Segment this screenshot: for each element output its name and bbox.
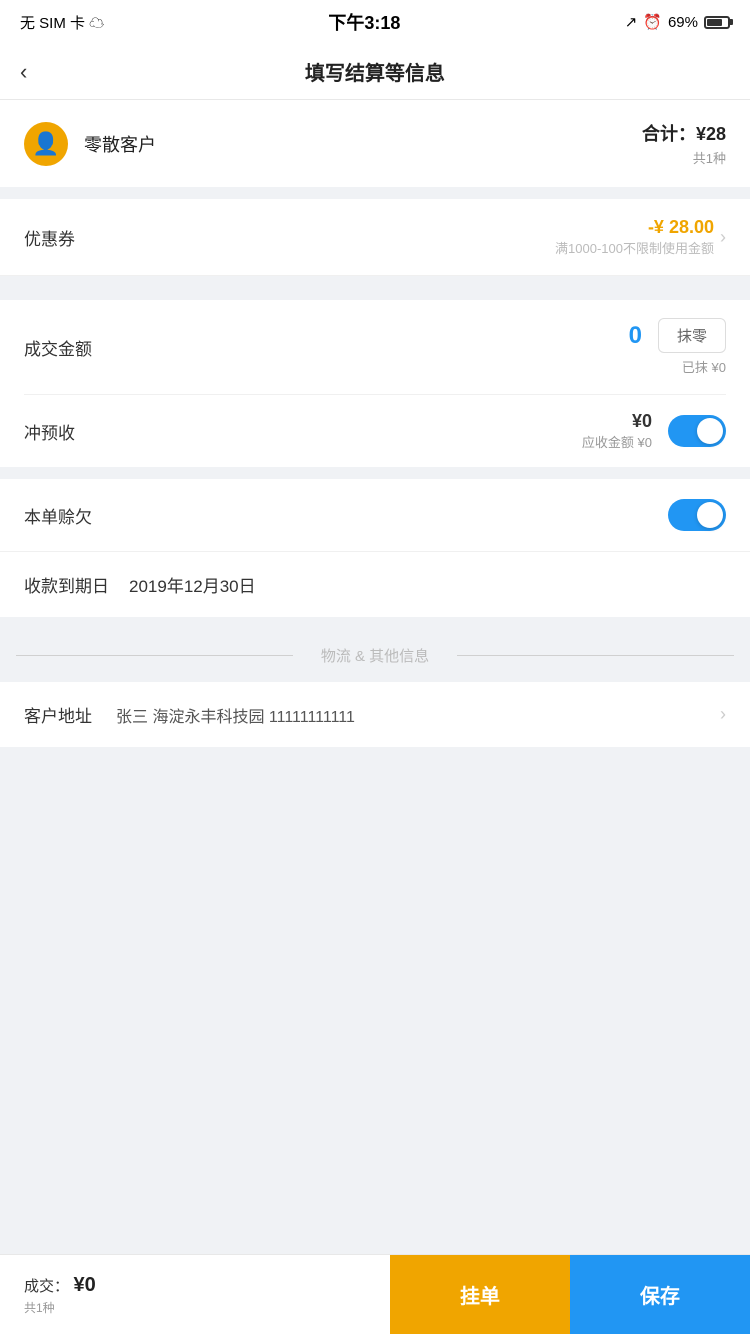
- nav-bar: ‹ 填写结算等信息: [0, 44, 750, 100]
- credit-toggle-knob: [697, 502, 723, 528]
- alarm-icon: ⏰: [643, 13, 662, 31]
- avatar-icon: 👤: [32, 131, 59, 157]
- transaction-label: 成交金额: [24, 335, 92, 360]
- prepay-sub: 应收金额 ¥0: [582, 432, 652, 451]
- toggle-knob: [697, 418, 723, 444]
- due-date-value[interactable]: 2019年12月30日: [129, 572, 256, 597]
- address-row[interactable]: 客户地址 张三 海淀永丰科技园 11111111111 ›: [0, 682, 750, 747]
- coupon-card[interactable]: 优惠券 -¥ 28.00 满1000-100不限制使用金额 ›: [0, 199, 750, 276]
- credit-toggle[interactable]: [668, 499, 726, 531]
- customer-right: 合计：¥28 共1种: [642, 120, 726, 167]
- due-date-row: 收款到期日 2019年12月30日: [0, 552, 750, 617]
- coupon-desc: 满1000-100不限制使用金额: [555, 238, 714, 257]
- prepay-toggle[interactable]: [668, 415, 726, 447]
- credit-section: 本单赊欠: [0, 479, 750, 552]
- location-icon: ↗: [625, 13, 638, 31]
- prepay-right: ¥0 应收金额 ¥0: [582, 411, 726, 451]
- coupon-amount: -¥ 28.00: [555, 217, 714, 238]
- content: 👤 零散客户 合计：¥28 共1种 优惠券 -¥ 28.00 满1000-100…: [0, 100, 750, 1087]
- coupon-row[interactable]: 优惠券 -¥ 28.00 满1000-100不限制使用金额 ›: [0, 199, 750, 276]
- address-label: 客户地址: [24, 702, 92, 727]
- prepay-row: 冲预收 ¥0 应收金额 ¥0: [0, 395, 750, 467]
- coupon-right: -¥ 28.00 满1000-100不限制使用金额 ›: [555, 217, 726, 257]
- status-time: 下午3:18: [328, 9, 400, 35]
- prepay-values: ¥0 应收金额 ¥0: [582, 411, 652, 451]
- logistics-divider: 物流 & 其他信息: [0, 629, 750, 682]
- transaction-row: 成交金额 0 抹零 已抹 ¥0: [24, 300, 726, 395]
- transaction-sub: 已抹 ¥0: [629, 357, 726, 376]
- amount-right: 0 抹零 已抹 ¥0: [629, 318, 726, 376]
- customer-card: 👤 零散客户 合计：¥28 共1种: [0, 100, 750, 187]
- signal-text: 无 SIM 卡 ☁: [20, 12, 104, 33]
- battery-percent: 69%: [668, 14, 698, 31]
- avatar: 👤: [24, 122, 68, 166]
- customer-row: 👤 零散客户 合计：¥28 共1种: [0, 100, 750, 187]
- battery-icon: [704, 16, 730, 29]
- round-button[interactable]: 抹零: [658, 318, 726, 353]
- page-title: 填写结算等信息: [305, 57, 445, 86]
- total-count: 共1种: [642, 148, 726, 167]
- chevron-right-icon: ›: [720, 227, 726, 248]
- bottom-bar: 成交： ¥0 共1种 挂单 保存: [0, 1254, 750, 1334]
- address-chevron-icon: ›: [720, 704, 726, 725]
- coupon-label: 优惠券: [24, 225, 75, 250]
- credit-label: 本单赊欠: [24, 503, 92, 528]
- section-divider-1: [0, 288, 750, 300]
- customer-left: 👤 零散客户: [24, 122, 156, 166]
- transaction-section: 成交金额 0 抹零 已抹 ¥0: [0, 300, 750, 395]
- section-divider-2: [0, 467, 750, 479]
- address-value: 张三 海淀永丰科技园 11111111111: [116, 703, 720, 727]
- pending-button[interactable]: 挂单: [390, 1255, 570, 1334]
- bottom-left: 成交： ¥0 共1种: [0, 1255, 390, 1334]
- divider-line-left: [16, 655, 293, 656]
- bottom-spacer: [0, 747, 750, 987]
- customer-name: 零散客户: [84, 131, 156, 157]
- status-left: 无 SIM 卡 ☁: [20, 12, 104, 33]
- divider-line-right: [457, 655, 734, 656]
- status-bar: 无 SIM 卡 ☁ 下午3:18 ↗ ⏰ 69%: [0, 0, 750, 44]
- bottom-deal-label: 成交：: [24, 1278, 69, 1295]
- transaction-value[interactable]: 0: [629, 322, 642, 350]
- amount-input-area: 0 抹零: [629, 318, 726, 353]
- prepay-label: 冲预收: [24, 419, 75, 444]
- logistics-label: 物流 & 其他信息: [321, 645, 429, 666]
- due-date-label: 收款到期日: [24, 572, 109, 597]
- status-right: ↗ ⏰ 69%: [625, 13, 730, 31]
- prepay-amount: ¥0: [582, 411, 652, 432]
- back-button[interactable]: ‹: [20, 59, 27, 85]
- save-button[interactable]: 保存: [570, 1255, 750, 1334]
- bottom-deal-count: 共1种: [24, 1299, 366, 1316]
- total-amount: 合计：¥28: [642, 120, 726, 146]
- bottom-deal-amount: ¥0: [73, 1274, 95, 1296]
- section-divider-3: [0, 617, 750, 629]
